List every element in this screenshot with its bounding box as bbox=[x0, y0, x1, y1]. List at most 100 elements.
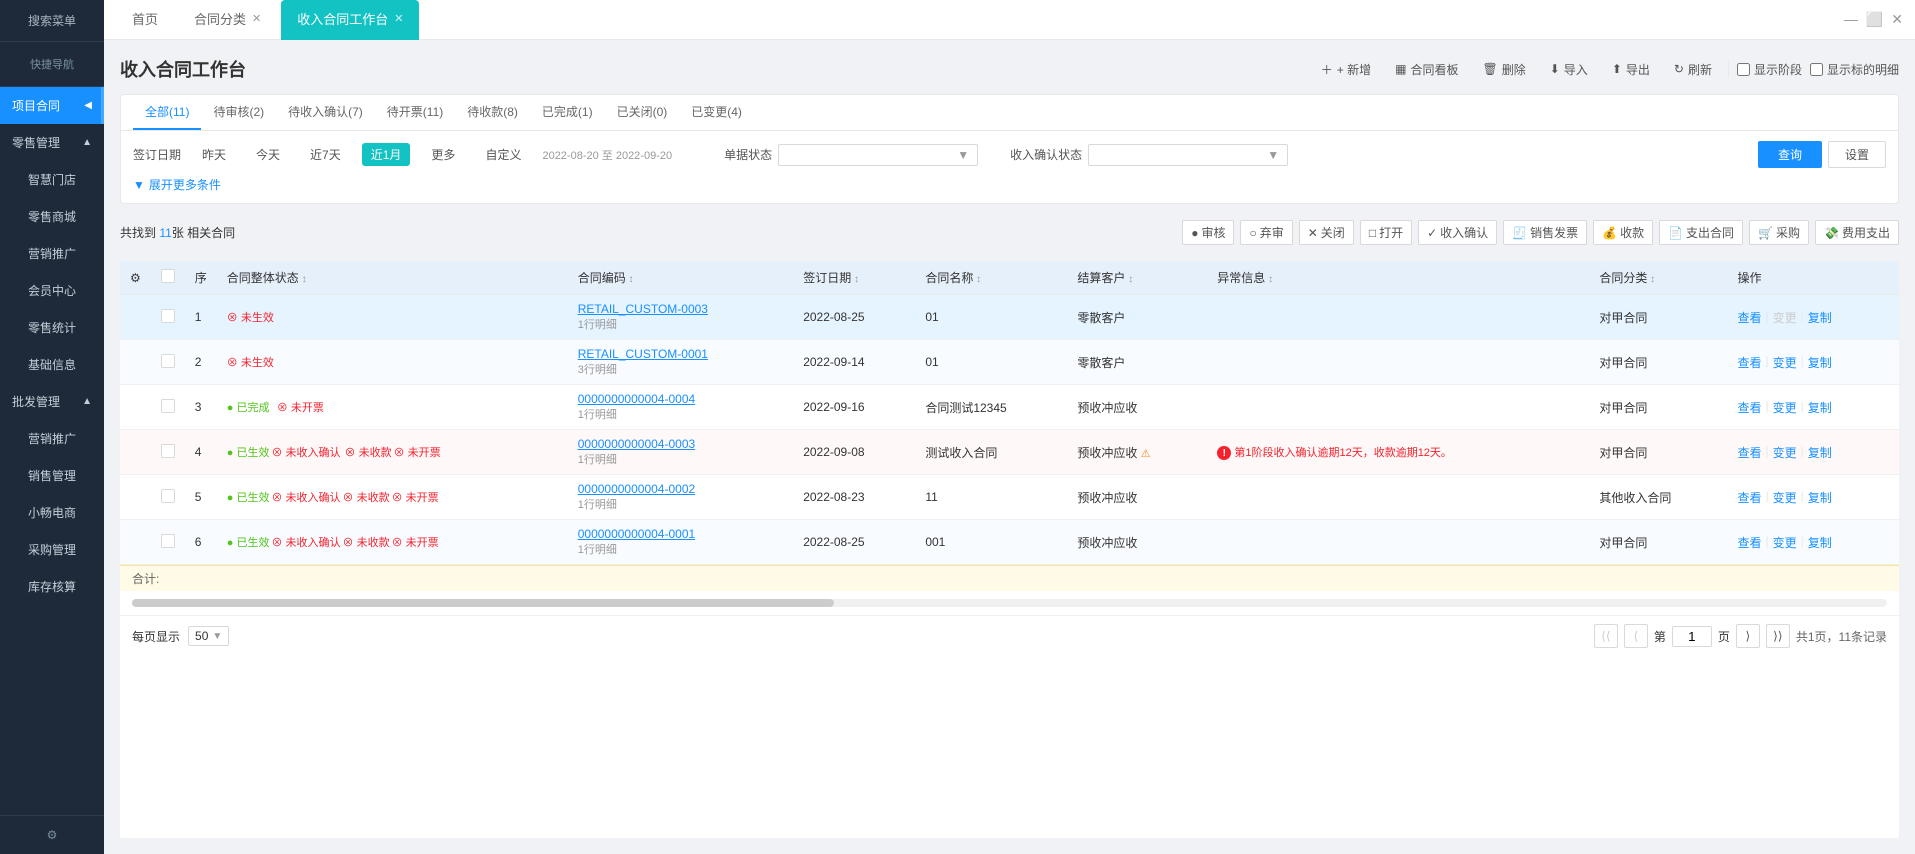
filter-tab-completed[interactable]: 已完成(1) bbox=[530, 95, 605, 130]
col-abnormal[interactable]: 异常信息 bbox=[1207, 261, 1589, 295]
row-1-view[interactable]: 查看 bbox=[1737, 309, 1761, 326]
filter-tab-pending-payment[interactable]: 待收款(8) bbox=[455, 95, 530, 130]
col-checkbox[interactable] bbox=[151, 261, 185, 295]
col-status[interactable]: 合同整体状态 bbox=[217, 261, 568, 295]
row-1-checkbox[interactable] bbox=[161, 309, 175, 323]
table-settings-icon[interactable]: ⚙ bbox=[130, 271, 141, 285]
sidebar-item-smart-store[interactable]: 智慧门店 bbox=[0, 161, 104, 198]
close-btn[interactable]: ✕ 关闭 bbox=[1299, 220, 1354, 245]
date-btn-last7[interactable]: 近7天 bbox=[301, 143, 350, 166]
sidebar-item-retail[interactable]: 零售管理 ▲ bbox=[0, 124, 104, 161]
filter-tab-pending-review[interactable]: 待审核(2) bbox=[201, 95, 276, 130]
next-page-button[interactable]: ⟩ bbox=[1736, 624, 1760, 648]
set-button[interactable]: 设置 bbox=[1828, 141, 1886, 168]
row-4-checkbox[interactable] bbox=[161, 444, 175, 458]
col-category[interactable]: 合同分类 bbox=[1589, 261, 1727, 295]
row-3-change[interactable]: 变更 bbox=[1773, 399, 1797, 416]
row-3-copy[interactable]: 复制 bbox=[1808, 399, 1832, 416]
date-btn-yesterday[interactable]: 昨天 bbox=[193, 143, 235, 166]
refresh-button[interactable]: ↻ 刷新 bbox=[1666, 57, 1720, 82]
abandon-button[interactable]: ○ 弃审 bbox=[1240, 220, 1292, 245]
expense-out-button[interactable]: 📄 支出合同 bbox=[1659, 220, 1743, 245]
date-btn-more[interactable]: 更多 bbox=[422, 143, 464, 166]
sidebar-item-marketing2[interactable]: 营销推广 bbox=[0, 420, 104, 457]
review-button[interactable]: ● 审核 bbox=[1182, 220, 1234, 245]
row-1-code-link[interactable]: RETAIL_CUSTOM-0003 bbox=[578, 302, 708, 316]
sidebar-item-purchase[interactable]: 采购管理 bbox=[0, 531, 104, 568]
contract-board-button[interactable]: ▦ 合同看板 bbox=[1387, 57, 1466, 82]
tab-contract-type-close[interactable]: ✕ bbox=[252, 12, 261, 25]
row-5-change[interactable]: 变更 bbox=[1773, 489, 1797, 506]
sidebar-item-retail-mall[interactable]: 零售商城 bbox=[0, 198, 104, 235]
close-button[interactable]: ✕ bbox=[1891, 11, 1903, 28]
export-button[interactable]: ⬆ 导出 bbox=[1604, 57, 1658, 82]
sidebar-item-marketing[interactable]: 营销推广 bbox=[0, 235, 104, 272]
sidebar-settings[interactable]: ⚙ bbox=[0, 815, 104, 854]
doc-status-select[interactable]: ▼ bbox=[778, 144, 978, 166]
row-3-checkbox[interactable] bbox=[161, 399, 175, 413]
sidebar-item-member[interactable]: 会员中心 bbox=[0, 272, 104, 309]
page-number-input[interactable] bbox=[1672, 626, 1712, 647]
row-2-copy[interactable]: 复制 bbox=[1808, 354, 1832, 371]
expense-button[interactable]: 💸 费用支出 bbox=[1815, 220, 1899, 245]
row-3-view[interactable]: 查看 bbox=[1737, 399, 1761, 416]
row-2-view[interactable]: 查看 bbox=[1737, 354, 1761, 371]
tab-home[interactable]: 首页 bbox=[116, 0, 174, 40]
select-all-checkbox[interactable] bbox=[161, 269, 175, 283]
row-4-code-link[interactable]: 0000000000004-0003 bbox=[578, 437, 695, 451]
new-button[interactable]: ＋ + 新增 bbox=[1313, 57, 1379, 82]
row-6-copy[interactable]: 复制 bbox=[1808, 534, 1832, 551]
purchase-button[interactable]: 🛒 采购 bbox=[1749, 220, 1809, 245]
page-size-select[interactable]: 50 ▼ bbox=[188, 626, 229, 646]
last-page-button[interactable]: ⟩⟩ bbox=[1766, 624, 1790, 648]
row-4-change[interactable]: 变更 bbox=[1773, 444, 1797, 461]
row-4-copy[interactable]: 复制 bbox=[1808, 444, 1832, 461]
maximize-button[interactable]: ⬜ bbox=[1866, 11, 1883, 28]
collect-button[interactable]: 💰 收款 bbox=[1593, 220, 1653, 245]
sidebar-item-sales-mgmt[interactable]: 销售管理 bbox=[0, 457, 104, 494]
row-5-checkbox[interactable] bbox=[161, 489, 175, 503]
sidebar-search[interactable]: 搜索菜单 bbox=[0, 0, 104, 42]
sidebar-item-inventory[interactable]: 库存核算 bbox=[0, 568, 104, 605]
row-6-view[interactable]: 查看 bbox=[1737, 534, 1761, 551]
filter-tab-pending-confirm[interactable]: 待收入确认(7) bbox=[276, 95, 375, 130]
tab-income-contract-close[interactable]: ✕ bbox=[394, 12, 403, 25]
scrollbar-thumb[interactable] bbox=[132, 599, 834, 607]
tab-income-contract[interactable]: 收入合同工作台 ✕ bbox=[281, 0, 419, 40]
col-sign-date[interactable]: 签订日期 bbox=[793, 261, 915, 295]
row-5-copy[interactable]: 复制 bbox=[1808, 489, 1832, 506]
date-btn-custom[interactable]: 自定义 bbox=[476, 143, 530, 166]
col-name[interactable]: 合同名称 bbox=[915, 261, 1067, 295]
filter-tab-pending-invoice[interactable]: 待开票(11) bbox=[375, 95, 455, 130]
sidebar-item-project[interactable]: 项目合同 ◀ bbox=[0, 87, 104, 124]
row-6-change[interactable]: 变更 bbox=[1773, 534, 1797, 551]
tab-contract-type[interactable]: 合同分类 ✕ bbox=[178, 0, 277, 40]
col-settings[interactable]: ⚙ bbox=[120, 261, 151, 295]
import-button[interactable]: ⬇ 导入 bbox=[1542, 57, 1596, 82]
filter-tab-changed[interactable]: 已变更(4) bbox=[679, 95, 754, 130]
row-2-code-link[interactable]: RETAIL_CUSTOM-0001 bbox=[578, 347, 708, 361]
prev-page-button[interactable]: ⟨ bbox=[1624, 624, 1648, 648]
row-6-checkbox[interactable] bbox=[161, 534, 175, 548]
horizontal-scrollbar[interactable] bbox=[132, 599, 1887, 607]
expand-conditions-button[interactable]: ▼ 展开更多条件 bbox=[133, 176, 221, 193]
sales-invoice-button[interactable]: 🧾 销售发票 bbox=[1503, 220, 1587, 245]
row-2-checkbox[interactable] bbox=[161, 354, 175, 368]
first-page-button[interactable]: ⟨⟨ bbox=[1594, 624, 1618, 648]
row-5-view[interactable]: 查看 bbox=[1737, 489, 1761, 506]
sidebar-item-wholesale[interactable]: 批发管理 ▲ bbox=[0, 383, 104, 420]
minimize-button[interactable]: — bbox=[1844, 11, 1858, 28]
row-2-change[interactable]: 变更 bbox=[1773, 354, 1797, 371]
filter-tab-closed[interactable]: 已关闭(0) bbox=[605, 95, 680, 130]
row-5-code-link[interactable]: 0000000000004-0002 bbox=[578, 482, 695, 496]
col-code[interactable]: 合同编码 bbox=[568, 261, 793, 295]
filter-tab-all[interactable]: 全部(11) bbox=[133, 95, 201, 130]
show-detail-checkbox[interactable]: 显示标的明细 bbox=[1810, 61, 1899, 78]
sidebar-item-ecommerce[interactable]: 小畅电商 bbox=[0, 494, 104, 531]
sidebar-item-base-info[interactable]: 基础信息 bbox=[0, 346, 104, 383]
show-stages-checkbox[interactable]: 显示阶段 bbox=[1737, 61, 1802, 78]
date-btn-today[interactable]: 今天 bbox=[247, 143, 289, 166]
row-1-copy[interactable]: 复制 bbox=[1808, 309, 1832, 326]
row-4-view[interactable]: 查看 bbox=[1737, 444, 1761, 461]
date-btn-last1month[interactable]: 近1月 bbox=[362, 143, 411, 166]
